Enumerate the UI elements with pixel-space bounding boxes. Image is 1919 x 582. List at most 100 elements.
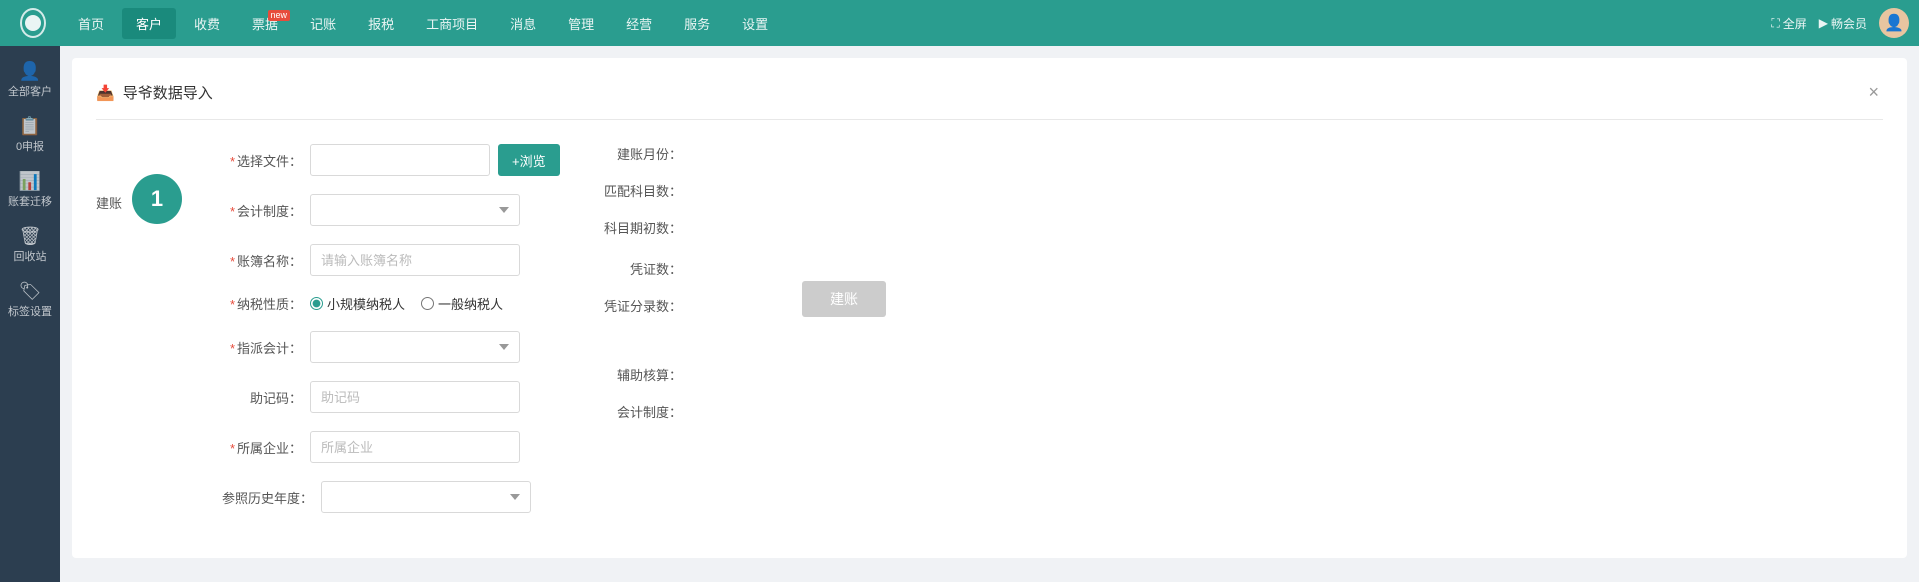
- sidebar-label-tags: 标签设置: [8, 303, 52, 319]
- tax-type-general-input[interactable]: [421, 297, 434, 310]
- tax-type-label: 纳税性质：: [222, 294, 302, 313]
- accounting-system-row: 会计制度：: [602, 402, 886, 421]
- select-file-row: 选择文件： +浏览: [222, 144, 562, 176]
- vip-icon: ▶: [1819, 16, 1828, 30]
- aux-calc-label: 辅助核算：: [602, 365, 682, 384]
- new-badge: new: [268, 10, 291, 21]
- account-name-label: 账簿名称：: [222, 251, 302, 270]
- form-area: 建账 1 选择文件： +浏览: [96, 144, 1296, 513]
- tax-type-row: 纳税性质： 小规模纳税人 一般纳税人: [222, 294, 562, 313]
- form-col-right: 建账月份： 匹配科目数： 科目期初数：: [602, 144, 886, 513]
- nav-invoices[interactable]: 票据 new: [238, 8, 292, 39]
- sidebar-item-recycle[interactable]: 🗑 回收站: [2, 219, 58, 272]
- match-subjects-label: 匹配科目数：: [602, 181, 682, 200]
- match-subjects-row: 匹配科目数：: [602, 181, 886, 200]
- select-file-label: 选择文件：: [222, 151, 302, 170]
- user-avatar[interactable]: 👤: [1879, 8, 1909, 38]
- nav-fees[interactable]: 收费: [180, 8, 234, 39]
- fullscreen-label: 全屏: [1783, 15, 1807, 32]
- account-month-label: 建账月份：: [602, 144, 682, 163]
- nav-home[interactable]: 首页: [64, 8, 118, 39]
- sidebar-item-account-migrate[interactable]: 📊 账套迁移: [2, 164, 58, 217]
- page-title-area: 📥 导爷数据导入: [96, 82, 213, 103]
- step-label: 建账: [96, 193, 122, 212]
- fullscreen-icon: ⛶: [1771, 16, 1779, 31]
- logo: [10, 0, 56, 46]
- tax-type-small-label: 小规模纳税人: [327, 294, 405, 313]
- file-input[interactable]: [310, 144, 490, 176]
- sidebar-item-all-customers[interactable]: 👤 全部客户: [2, 54, 58, 107]
- vip-btn[interactable]: ▶ 畅会员: [1819, 15, 1867, 32]
- logo-circle: [20, 8, 46, 38]
- page-card: 📥 导爷数据导入 × 建账 1: [72, 58, 1907, 558]
- top-navigation: 首页 客户 收费 票据 new 记账 报税 工商项目 消息 管理 经营 服务 设…: [0, 0, 1919, 46]
- account-name-input[interactable]: [310, 244, 520, 276]
- sidebar-item-tags[interactable]: 🏷 标签设置: [2, 274, 58, 327]
- tax-type-small-input[interactable]: [310, 297, 323, 310]
- memo-code-input[interactable]: [310, 381, 520, 413]
- nav-items: 首页 客户 收费 票据 new 记账 报税 工商项目 消息 管理 经营 服务 设…: [64, 8, 1771, 39]
- account-migrate-icon: 📊: [19, 172, 41, 190]
- accountant-row: 指派会计：: [222, 331, 562, 363]
- nav-customers[interactable]: 客户: [122, 8, 176, 39]
- sidebar: 👤 全部客户 📋 0申报 📊 账套迁移 🗑 回收站 🏷 标签设置: [0, 46, 60, 582]
- memo-code-row: 助记码：: [222, 381, 562, 413]
- zero-declare-icon: 📋: [19, 117, 41, 135]
- tax-type-general-label: 一般纳税人: [438, 294, 503, 313]
- form-col-left: 选择文件： +浏览 会计制度：: [222, 144, 562, 513]
- account-name-row: 账簿名称：: [222, 244, 562, 276]
- nav-right-area: ⛶ 全屏 ▶ 畅会员 👤: [1771, 8, 1909, 38]
- step-area: 建账 1: [96, 144, 182, 513]
- page-title-icon: 📥: [96, 84, 115, 102]
- accounting-system-label: 会计制度：: [602, 402, 682, 421]
- recycle-icon: 🗑: [19, 227, 42, 245]
- nav-services[interactable]: 服务: [670, 8, 724, 39]
- voucher-count-label: 凭证数：: [602, 259, 682, 278]
- company-label: 所属企业：: [222, 438, 302, 457]
- layout: 👤 全部客户 📋 0申报 📊 账套迁移 🗑 回收站 🏷 标签设置 📥 导爷: [0, 46, 1919, 582]
- page-title: 导爷数据导入: [123, 82, 213, 103]
- step-badge: 1: [132, 174, 182, 224]
- fullscreen-btn[interactable]: ⛶ 全屏: [1771, 15, 1806, 32]
- nav-messages[interactable]: 消息: [496, 8, 550, 39]
- main-content: 📥 导爷数据导入 × 建账 1: [60, 46, 1919, 582]
- voucher-entries-label: 凭证分录数：: [602, 296, 682, 315]
- create-account-button[interactable]: 建账: [802, 281, 886, 317]
- form-columns: 选择文件： +浏览 会计制度：: [222, 144, 1296, 513]
- page-header: 📥 导爷数据导入 ×: [96, 78, 1883, 120]
- tax-type-small-radio[interactable]: 小规模纳税人: [310, 294, 405, 313]
- history-year-label: 参照历史年度：: [222, 488, 313, 507]
- nav-business-projects[interactable]: 工商项目: [412, 8, 492, 39]
- account-system-row: 会计制度：: [222, 194, 562, 226]
- tax-type-general-radio[interactable]: 一般纳税人: [421, 294, 503, 313]
- sidebar-item-zero-declare[interactable]: 📋 0申报: [2, 109, 58, 162]
- history-year-select[interactable]: [321, 481, 531, 513]
- sidebar-label-account-migrate: 账套迁移: [8, 193, 52, 209]
- nav-tax[interactable]: 报税: [354, 8, 408, 39]
- accountant-label: 指派会计：: [222, 338, 302, 357]
- tax-type-radio-group: 小规模纳税人 一般纳税人: [310, 294, 503, 313]
- close-button[interactable]: ×: [1864, 78, 1883, 107]
- nav-management[interactable]: 管理: [554, 8, 608, 39]
- sidebar-label-recycle: 回收站: [14, 248, 47, 264]
- company-input[interactable]: [310, 431, 520, 463]
- all-customers-icon: 👤: [19, 62, 41, 80]
- period-init-label: 科目期初数：: [602, 218, 682, 237]
- nav-operations[interactable]: 经营: [612, 8, 666, 39]
- vip-label: 畅会员: [1831, 15, 1867, 32]
- browse-button[interactable]: +浏览: [498, 144, 560, 176]
- sidebar-label-all-customers: 全部客户: [8, 83, 52, 99]
- account-system-label: 会计制度：: [222, 201, 302, 220]
- account-system-select[interactable]: [310, 194, 520, 226]
- logo-inner: [25, 15, 41, 31]
- nav-settings[interactable]: 设置: [728, 8, 782, 39]
- memo-code-label: 助记码：: [222, 388, 302, 407]
- aux-calc-row: 辅助核算：: [602, 365, 886, 384]
- nav-bookkeeping[interactable]: 记账: [296, 8, 350, 39]
- sidebar-label-zero-declare: 0申报: [16, 138, 44, 154]
- period-init-row: 科目期初数：: [602, 218, 886, 237]
- history-year-row: 参照历史年度：: [222, 481, 562, 513]
- account-month-row: 建账月份：: [602, 144, 886, 163]
- accountant-select[interactable]: [310, 331, 520, 363]
- create-btn-wrapper: 建账: [802, 273, 886, 317]
